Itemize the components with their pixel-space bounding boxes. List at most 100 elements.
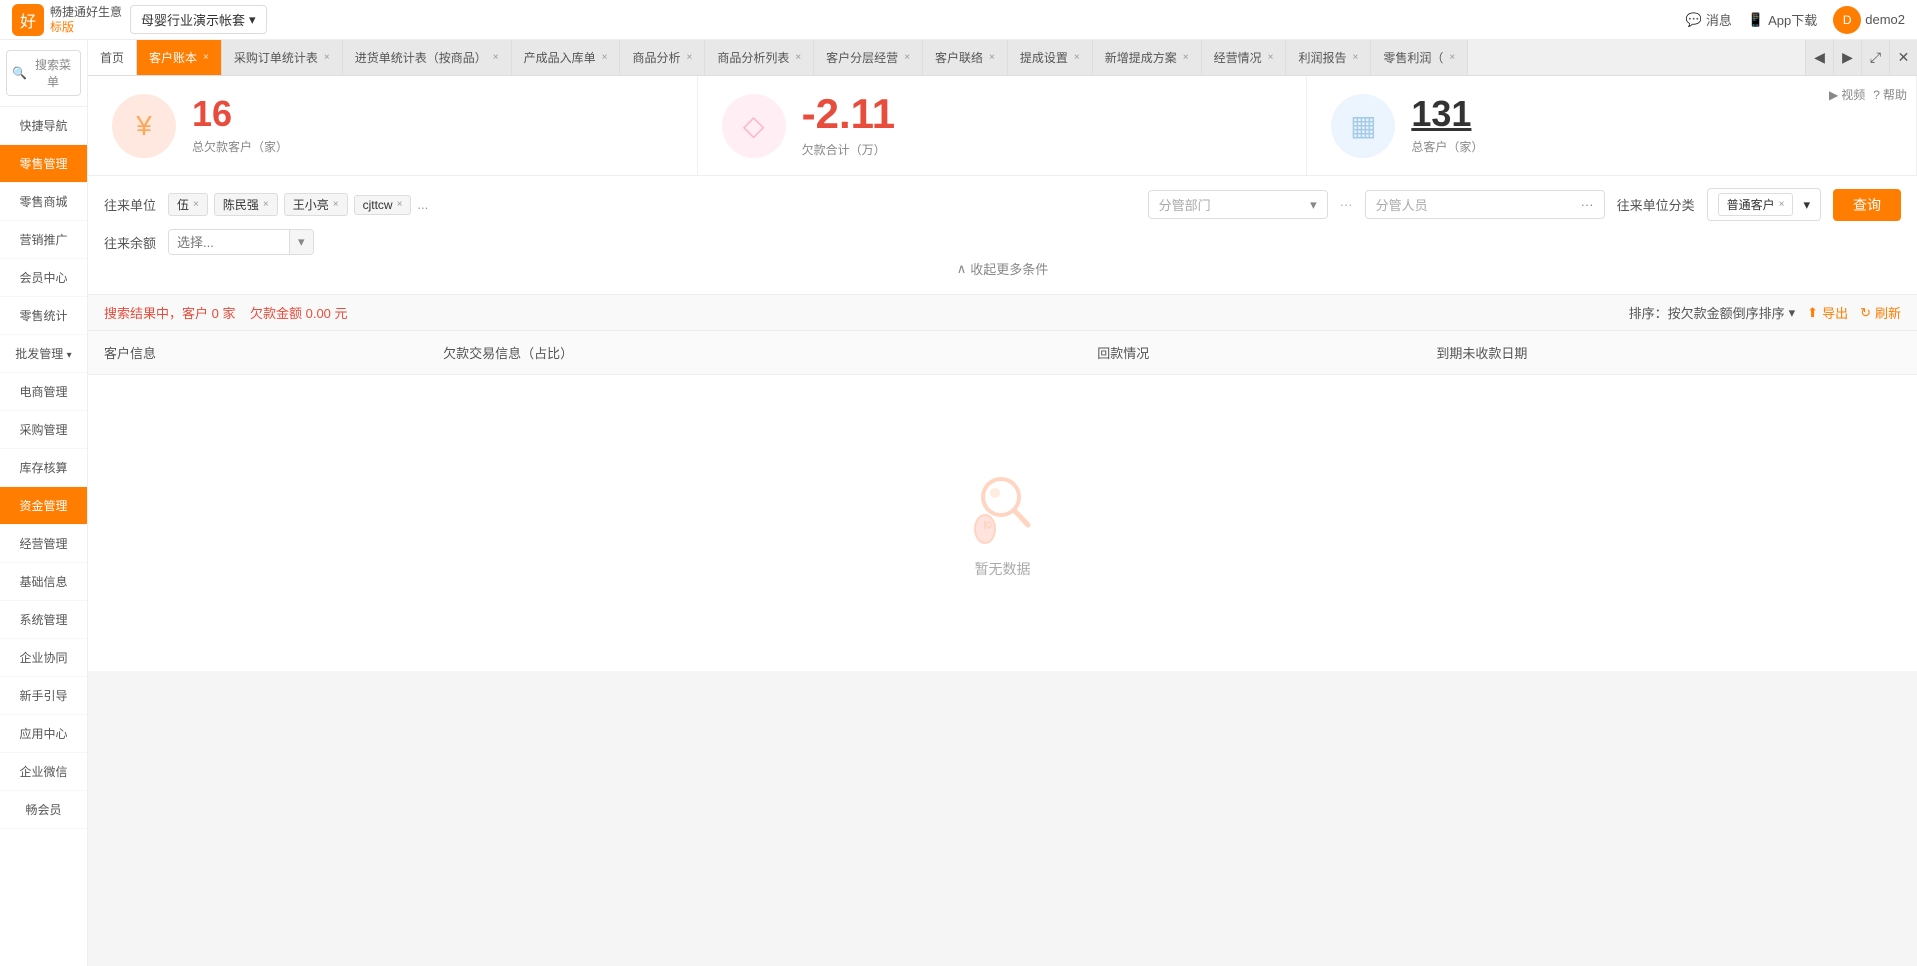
stat-total-customers: ▦ 131 总客户（家） [1307, 76, 1917, 175]
search-icon: 🔍 [12, 66, 27, 80]
tab-ops-situation[interactable]: 经营情况 × [1202, 40, 1287, 75]
refresh-button[interactable]: ↻ 刷新 [1860, 303, 1901, 322]
dept-select[interactable]: 分管部门 ▾ [1148, 190, 1328, 219]
results-bar: 搜索结果中，客户 0 家 欠款金额 0.00 元 排序：按欠款金额倒序排序 ▾ … [88, 295, 1917, 331]
tabs-prev-btn[interactable]: ◀ [1805, 40, 1833, 76]
play-icon: ▶ [1829, 88, 1838, 102]
person-select[interactable]: 分管人员 ··· [1365, 190, 1605, 219]
phone-icon: 📱 [1748, 12, 1764, 28]
stat-total-debt-customers: ¥ 16 总欠款客户（家） [88, 76, 698, 175]
sidebar-item-new-user[interactable]: 新手引导 [0, 677, 87, 715]
page-content: ¥ 16 总欠款客户（家） ◇ -2.11 欠款合计（万） [88, 76, 1917, 966]
col-customer-info: 客户信息 [88, 331, 427, 375]
app-download-btn[interactable]: 📱 App下载 [1748, 10, 1817, 29]
sidebar-item-retail-mall[interactable]: 零售商城 [0, 183, 87, 221]
tab-close-icon[interactable]: × [904, 52, 910, 63]
tab-close-icon[interactable]: × [1183, 52, 1189, 63]
tag-close-wang[interactable]: × [333, 199, 339, 210]
filter-tag-cjttcw: cjttcw × [354, 195, 412, 215]
main-layout: 🔍 搜索菜单 快捷导航 零售管理 零售商城 营销推广 会员中心 零售统计 批发管… [0, 40, 1917, 966]
sidebar-item-ecom-mgmt[interactable]: 电商管理 [0, 373, 87, 411]
export-button[interactable]: ⬆ 导出 [1807, 303, 1848, 322]
sidebar-item-inventory[interactable]: 库存核算 [0, 449, 87, 487]
balance-chevron-icon[interactable]: ▾ [289, 230, 313, 254]
tab-close-icon[interactable]: × [1352, 52, 1358, 63]
tab-close-icon[interactable]: × [795, 52, 801, 63]
tab-home[interactable]: 首页 [88, 40, 137, 75]
sidebar-item-app-center[interactable]: 应用中心 [0, 715, 87, 753]
tabs-next-btn[interactable]: ▶ [1833, 40, 1861, 76]
tab-close-icon[interactable]: × [989, 52, 995, 63]
user-menu[interactable]: D demo2 [1833, 6, 1905, 34]
sidebar-item-vip-member[interactable]: 畅会员 [0, 791, 87, 829]
tab-close-icon[interactable]: × [493, 52, 499, 63]
tab-customer-contact[interactable]: 客户联络 × [923, 40, 1008, 75]
tab-close-icon[interactable]: × [1268, 52, 1274, 63]
sidebar: 🔍 搜索菜单 快捷导航 零售管理 零售商城 营销推广 会员中心 零售统计 批发管… [0, 40, 88, 966]
sidebar-item-system-mgmt[interactable]: 系统管理 [0, 601, 87, 639]
sidebar-item-retail-mgmt[interactable]: 零售管理 [0, 145, 87, 183]
empty-state: 暂无数据 [104, 387, 1901, 659]
sidebar-item-batch-mgmt[interactable]: 批发管理 ▾ [0, 335, 87, 373]
filter-tag-wu: 伍 × [168, 193, 208, 216]
video-btn[interactable]: ▶ 视频 [1829, 86, 1865, 103]
tab-retail-profit[interactable]: 零售利润（ × [1371, 40, 1468, 75]
sidebar-item-ops-mgmt[interactable]: 经营管理 [0, 525, 87, 563]
message-btn[interactable]: 💬 消息 [1686, 10, 1732, 29]
sort-button[interactable]: 排序：按欠款金额倒序排序 ▾ [1629, 303, 1796, 322]
top-bar-left: 好 畅捷通好生意 标版 母婴行业演示帐套 ▾ [12, 4, 267, 36]
category-select[interactable]: 普通客户 × ▾ [1707, 188, 1821, 221]
tabs-expand-btn[interactable]: ⤢ [1861, 40, 1889, 76]
sidebar-item-purchase-mgmt[interactable]: 采购管理 [0, 411, 87, 449]
tab-customer-account[interactable]: 客户账本 × [137, 40, 222, 75]
refresh-icon: ↻ [1860, 305, 1871, 321]
tab-product-inbound[interactable]: 产成品入库单 × [512, 40, 621, 75]
category-tag: 普通客户 × [1718, 193, 1794, 216]
help-btn[interactable]: ? 帮助 [1873, 86, 1907, 103]
sidebar-item-retail-stats[interactable]: 零售统计 [0, 297, 87, 335]
sidebar-item-capital-mgmt[interactable]: 资金管理 [0, 487, 87, 525]
org-selector[interactable]: 母婴行业演示帐套 ▾ [130, 5, 267, 34]
logo-text: 畅捷通好生意 标版 [50, 5, 122, 34]
content-area: 首页 客户账本 × 采购订单统计表 × 进货单统计表（按商品） × 产成品入库单… [88, 40, 1917, 966]
table-header: 客户信息 欠款交易信息（占比） 回款情况 到期未收款日期 [88, 331, 1917, 375]
tab-new-reminder[interactable]: 新增提成方案 × [1093, 40, 1202, 75]
tab-close-icon[interactable]: × [203, 52, 209, 63]
tab-reminder-settings[interactable]: 提成设置 × [1008, 40, 1093, 75]
sidebar-item-basic-info[interactable]: 基础信息 [0, 563, 87, 601]
tab-inbound-stats[interactable]: 进货单统计表（按商品） × [343, 40, 512, 75]
sidebar-item-quick-nav[interactable]: 快捷导航 [0, 107, 87, 145]
tab-purchase-order[interactable]: 采购订单统计表 × [222, 40, 343, 75]
filter-more-btn[interactable]: ... [417, 197, 428, 212]
diamond-icon: ◇ [743, 109, 765, 142]
collapse-button[interactable]: ∧ 收起更多条件 [957, 259, 1049, 278]
tag-close-wu[interactable]: × [193, 199, 199, 210]
filter-tag-wang: 王小亮 × [284, 193, 348, 216]
search-menu-button[interactable]: 🔍 搜索菜单 [6, 50, 81, 96]
balance-select[interactable]: ▾ [168, 229, 314, 255]
tab-close-icon[interactable]: × [602, 52, 608, 63]
tabs-close-all-btn[interactable]: ✕ [1889, 40, 1917, 76]
balance-input[interactable] [169, 231, 289, 254]
sidebar-item-member-center[interactable]: 会员中心 [0, 259, 87, 297]
tab-product-analysis-list[interactable]: 商品分析列表 × [705, 40, 814, 75]
tab-close-icon[interactable]: × [1074, 52, 1080, 63]
sidebar-search: 🔍 搜索菜单 [0, 40, 87, 107]
tab-product-analysis[interactable]: 商品分析 × [620, 40, 705, 75]
tab-close-icon[interactable]: × [1449, 52, 1455, 63]
filter-row-2: 往来余额 ▾ [104, 229, 1901, 255]
tab-profit-report[interactable]: 利润报告 × [1286, 40, 1371, 75]
tab-close-icon[interactable]: × [686, 52, 692, 63]
sidebar-item-marketing[interactable]: 营销推广 [0, 221, 87, 259]
tab-close-icon[interactable]: × [324, 52, 330, 63]
stat-icon-1: ¥ [112, 94, 176, 158]
category-tag-close[interactable]: × [1779, 199, 1785, 210]
data-table: 客户信息 欠款交易信息（占比） 回款情况 到期未收款日期 [88, 331, 1917, 672]
tab-customer-tier[interactable]: 客户分层经营 × [814, 40, 923, 75]
top-bar: 好 畅捷通好生意 标版 母婴行业演示帐套 ▾ 💬 消息 📱 App下载 D de… [0, 0, 1917, 40]
query-button[interactable]: 查询 [1833, 189, 1901, 221]
tag-close-cjttcw[interactable]: × [397, 199, 403, 210]
sidebar-item-enterprise-wechat[interactable]: 企业微信 [0, 753, 87, 791]
tag-close-chen[interactable]: × [263, 199, 269, 210]
sidebar-item-enterprise-coop[interactable]: 企业协同 [0, 639, 87, 677]
